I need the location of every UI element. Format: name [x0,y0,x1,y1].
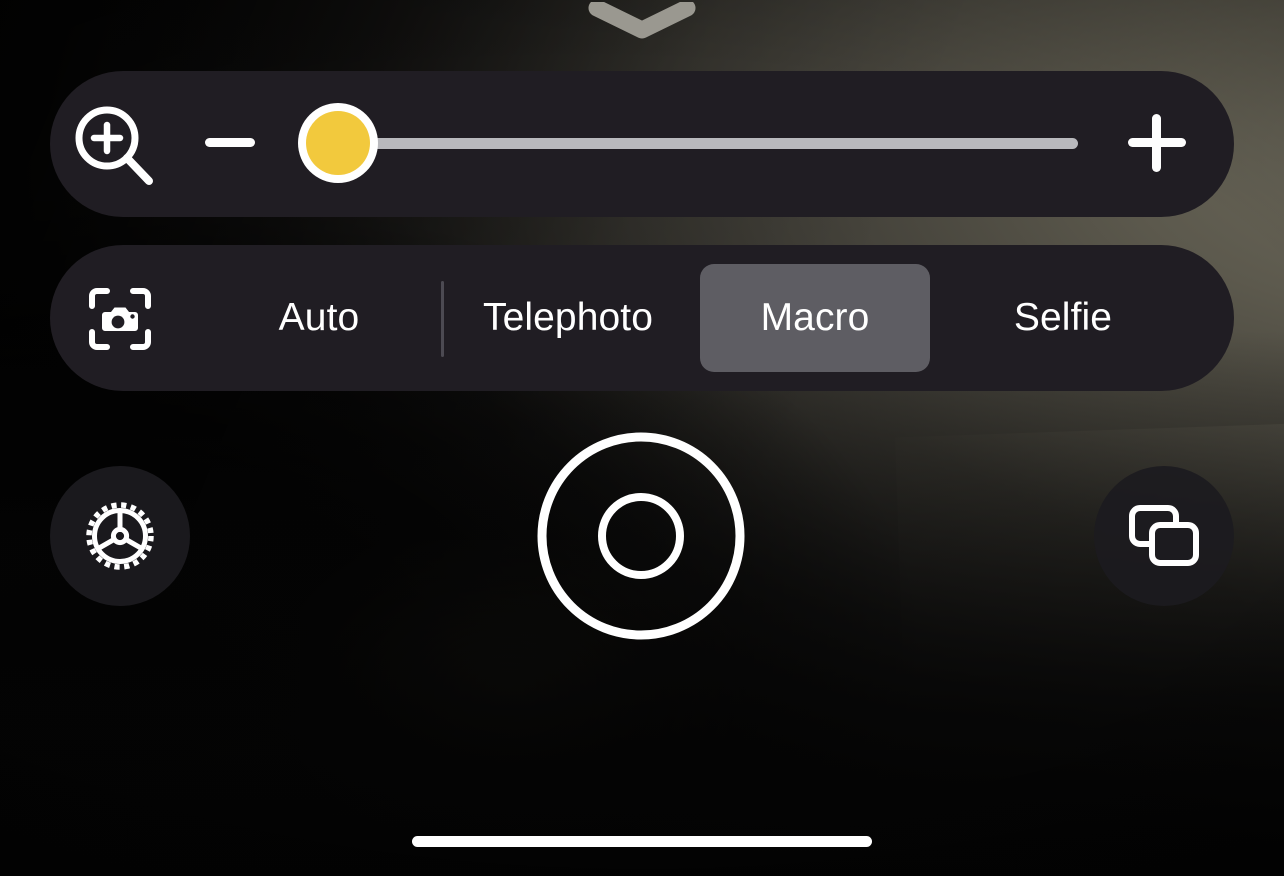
mode-option-selfie[interactable]: Selfie [962,264,1164,372]
plus-icon-vertical [1152,114,1161,172]
mode-option-macro-label: Macro [760,296,870,339]
gear-icon [86,502,154,570]
layers-copy-icon [1129,505,1199,566]
gallery-button[interactable] [1094,466,1234,606]
mode-option-auto[interactable]: Auto [230,264,408,372]
mode-option-selfie-label: Selfie [1013,296,1113,339]
mode-option-telephoto-label: Telephoto [482,296,654,339]
minus-icon [205,138,255,147]
mode-divider [441,281,444,357]
settings-button[interactable] [50,466,190,606]
zoom-in-button[interactable] [1126,112,1188,174]
camera-frame-icon [89,288,151,350]
camera-screen: Auto Telephoto Macro Selfie [0,0,1284,876]
zoom-out-button[interactable] [203,116,257,172]
zoom-slider-track[interactable] [338,138,1078,149]
mode-option-macro[interactable]: Macro [700,264,930,372]
mode-option-auto-label: Auto [278,296,360,339]
zoom-in-magnifier-icon [69,105,169,191]
chevron-down-icon [588,2,696,39]
zoom-slider-thumb[interactable] [298,103,378,183]
mode-option-telephoto[interactable]: Telephoto [470,264,666,372]
shutter-ring-icon [537,432,745,640]
collapse-handle[interactable] [587,2,697,42]
zoom-slider-thumb-fill [306,111,370,175]
home-indicator[interactable] [412,836,872,847]
shutter-button[interactable] [535,430,747,642]
